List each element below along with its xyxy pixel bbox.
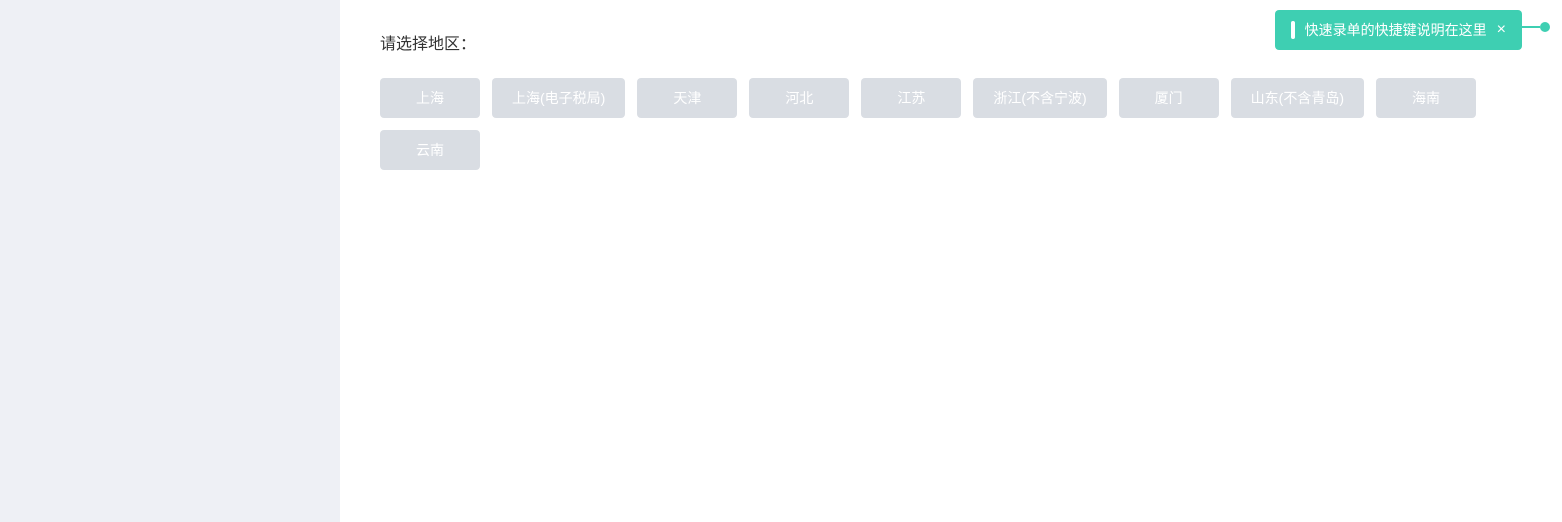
tooltip-text: 快速录单的快捷键说明在这里 xyxy=(1305,20,1487,40)
region-btn-xiamen[interactable]: 厦门 xyxy=(1119,78,1219,118)
region-btn-yunnan[interactable]: 云南 xyxy=(380,130,480,170)
region-btn-shandong[interactable]: 山东(不含青岛) xyxy=(1231,78,1364,118)
left-sidebar xyxy=(0,0,340,522)
region-btn-shanghai[interactable]: 上海 xyxy=(380,78,480,118)
region-buttons-container: 上海 上海(电子税局) 天津 河北 江苏 浙江(不含宁波) 厦门 山东(不含青岛… xyxy=(380,78,1522,170)
region-btn-zhejiang[interactable]: 浙江(不含宁波) xyxy=(973,78,1106,118)
main-content: 请选择地区： 上海 上海(电子税局) 天津 河北 江苏 浙江(不含宁波) 厦门 … xyxy=(340,0,1562,522)
tooltip-banner: 快速录单的快捷键说明在这里 × xyxy=(1275,10,1522,50)
region-btn-jiangsu[interactable]: 江苏 xyxy=(861,78,961,118)
tooltip-connector-line xyxy=(1520,26,1540,28)
region-btn-hainan[interactable]: 海南 xyxy=(1376,78,1476,118)
tooltip-bar-icon xyxy=(1291,21,1295,39)
tooltip-close-button[interactable]: × xyxy=(1497,22,1506,38)
region-btn-tianjin[interactable]: 天津 xyxy=(637,78,737,118)
region-btn-shanghai-etax[interactable]: 上海(电子税局) xyxy=(492,78,625,118)
region-btn-hebei[interactable]: 河北 xyxy=(749,78,849,118)
tooltip-dot-indicator xyxy=(1540,22,1550,32)
